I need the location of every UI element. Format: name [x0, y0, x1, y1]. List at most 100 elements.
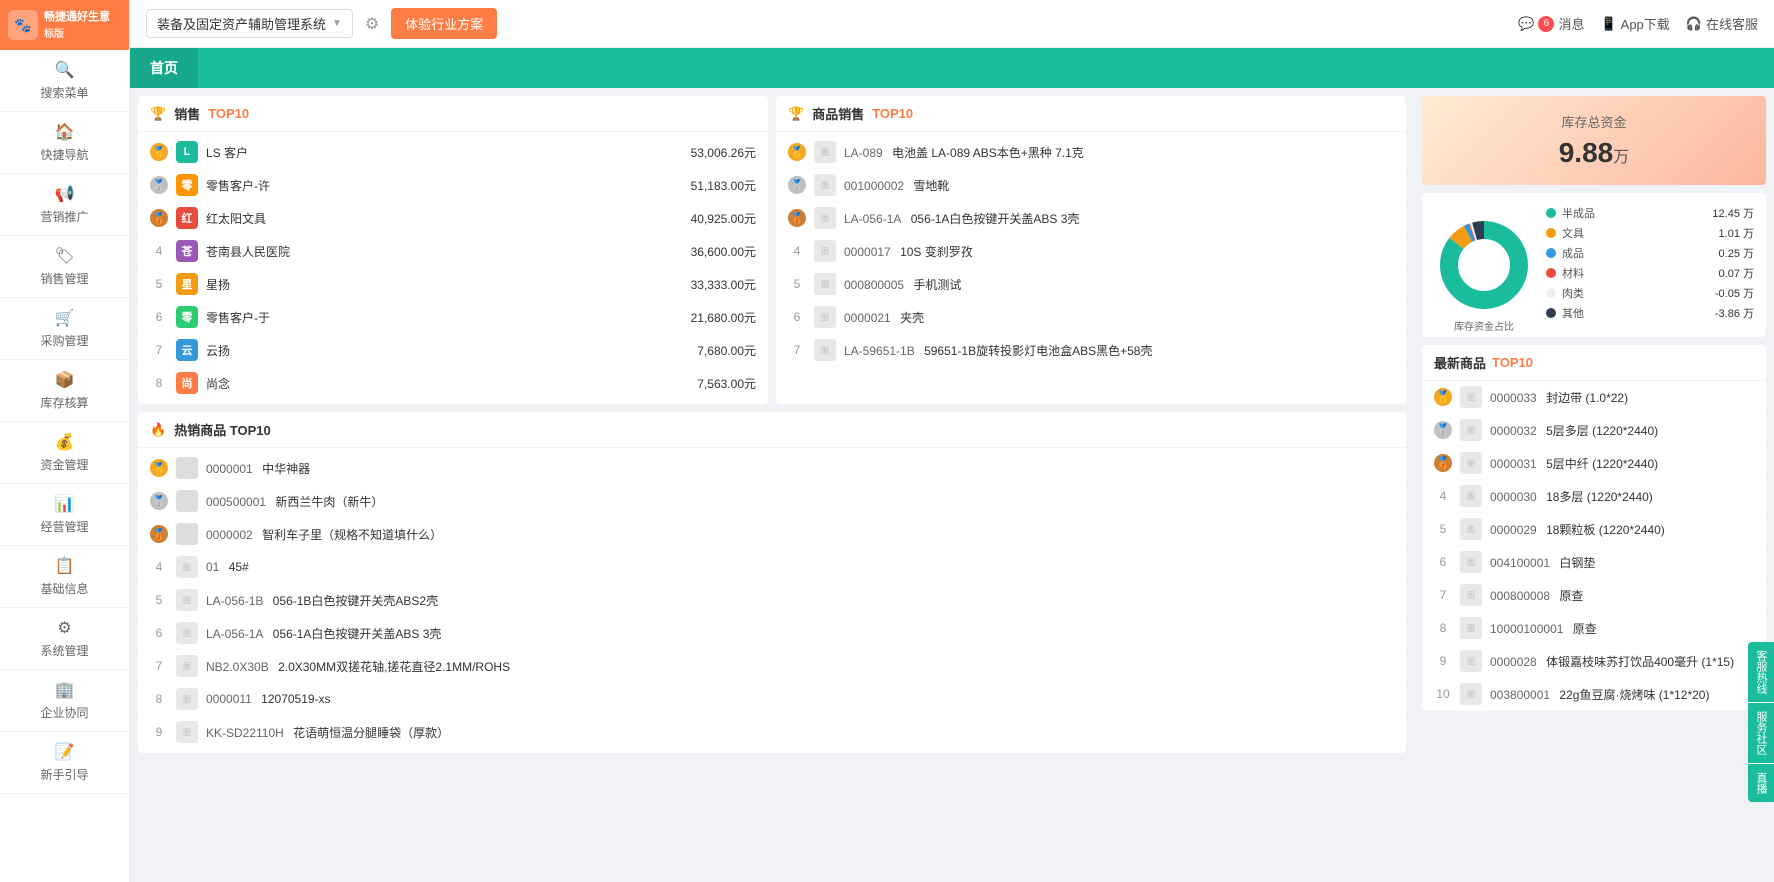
hot-product-row: 4图 01 45#: [138, 551, 1406, 584]
legend-value: 12.45 万: [1712, 205, 1754, 221]
sidebar-item-marketing[interactable]: 📢营销推广: [0, 174, 129, 236]
inventory-amount: 9.88万: [1438, 137, 1750, 169]
customer-sales-list: 🥇 L LS 客户 53,006.26元🥈 零 零售客户-许 51,183.00…: [138, 132, 768, 404]
sale-product-row: 🥈 图 001000002 雪地靴: [776, 169, 1406, 202]
product-thumb-img: [176, 490, 198, 512]
legend-name: 文具: [1562, 225, 1713, 241]
sidebar-item-operation[interactable]: 📊经营管理: [0, 484, 129, 546]
sidebar-item-inventory[interactable]: 📦库存核算: [0, 360, 129, 422]
sidebar-icon-quicknav: 🏠: [55, 122, 75, 142]
sale-products-title: 商品销售: [812, 104, 864, 123]
rank-medal: 🥇: [150, 459, 168, 477]
sidebar-item-search[interactable]: 🔍搜索菜单: [0, 50, 129, 112]
rank-number: 6: [150, 626, 168, 640]
new-product-code: 004100001: [1490, 556, 1550, 570]
message-badge: 6: [1538, 16, 1554, 32]
new-product-info: 004100001 白钢垫: [1490, 554, 1754, 571]
product-name: 雪地靴: [913, 179, 949, 193]
new-product-thumb: 图: [1460, 650, 1482, 672]
product-code: KK-SD22110H: [206, 726, 284, 740]
sidebar-item-finance[interactable]: 💰资金管理: [0, 422, 129, 484]
sales-row: 4 苍 苍南县人民医院 36,600.00元: [138, 235, 768, 268]
new-product-code: 0000030: [1490, 490, 1537, 504]
trophy-icon-2: 🏆: [788, 106, 804, 122]
sales-row: 🥉 红 红太阳文具 40,925.00元: [138, 202, 768, 235]
sidebar-item-system[interactable]: ⚙系统管理: [0, 608, 129, 670]
rank-medal: 🥈: [788, 176, 806, 194]
hot-product-row: 🥈 000500001 新西兰牛肉（新牛）: [138, 485, 1406, 518]
sidebar-label-inventory: 库存核算: [40, 394, 88, 411]
app-download-button[interactable]: 📱 App下载: [1600, 14, 1669, 33]
product-info: 001000002 雪地靴: [844, 177, 1394, 194]
sidebar-item-sales[interactable]: 🏷销售管理: [0, 236, 129, 298]
chart-label: 库存资金占比: [1454, 318, 1514, 333]
legend-item: 材料 0.07 万: [1546, 265, 1754, 281]
customer-name: 云扬: [206, 342, 689, 359]
product-thumb-img: [176, 457, 198, 479]
new-product-thumb: 图: [1460, 518, 1482, 540]
new-product-info: 000800008 原查: [1490, 587, 1754, 604]
chart-legend: 半成品 12.45 万 文具 1.01 万 成品 0.25 万 材料 0.07 …: [1546, 205, 1754, 325]
fixed-side-btn-2[interactable]: 直播: [1748, 764, 1774, 802]
new-product-name: 原查: [1573, 622, 1597, 636]
customer-avatar: 苍: [176, 240, 198, 262]
customer-sales-header: 🏆 销售TOP10: [138, 96, 768, 132]
rank-medal: 🥈: [1434, 421, 1452, 439]
customer-name: 零售客户-于: [206, 309, 683, 326]
system-selector[interactable]: 装备及固定资产辅助管理系统 ▼: [146, 9, 353, 38]
hot-product-row: 🥇 0000001 中华神器: [138, 452, 1406, 485]
product-name: 新西兰牛肉（新牛）: [275, 495, 383, 509]
new-product-code: 0000033: [1490, 391, 1537, 405]
product-name: 056-1B白色按键开关壳ABS2壳: [273, 594, 438, 608]
new-product-name: 18颗粒板 (1220*2440): [1546, 523, 1665, 537]
customer-avatar: 尚: [176, 372, 198, 394]
product-thumb: 图: [814, 207, 836, 229]
new-product-row: 8 图 10000100001 原查: [1422, 612, 1766, 645]
rank-number: 10: [1434, 687, 1452, 701]
sidebar-label-system: 系统管理: [40, 642, 88, 659]
trophy-icon: 🏆: [150, 106, 166, 122]
fixed-side-btn-1[interactable]: 服务社区: [1748, 703, 1774, 763]
customer-avatar: L: [176, 141, 198, 163]
new-product-name: 体锻嘉枝味苏打饮品400毫升 (1*15): [1546, 655, 1734, 669]
content-area: 🏆 销售TOP10 🥇 L LS 客户 53,006.26元🥈 零 零售客户-许…: [130, 88, 1774, 882]
rank-number: 4: [788, 244, 806, 258]
rank-number: 6: [1434, 555, 1452, 569]
new-product-code: 0000028: [1490, 655, 1537, 669]
fixed-side-btn-0[interactable]: 客服热线: [1748, 642, 1774, 702]
new-product-info: 0000031 5层中纤 (1220*2440): [1490, 455, 1754, 472]
message-button[interactable]: 💬 6 消息: [1518, 14, 1584, 33]
product-name: 花语萌恒温分腿睡袋（厚款）: [293, 726, 449, 740]
product-code: LA-59651-1B: [844, 344, 915, 358]
sale-product-row: 6 图 0000021 夹壳: [776, 301, 1406, 334]
product-code: 000500001: [206, 495, 266, 509]
legend-item: 半成品 12.45 万: [1546, 205, 1754, 221]
tab-home[interactable]: 首页: [130, 48, 198, 88]
product-info: NB2.0X30B 2.0X30MM双搓花轴,搓花直径2.1MM/ROHS: [206, 658, 1394, 675]
sidebar-label-basic: 基础信息: [40, 580, 88, 597]
sidebar-item-quicknav[interactable]: 🏠 快捷导航: [0, 112, 129, 174]
new-product-info: 10000100001 原查: [1490, 620, 1754, 637]
legend-dot: [1546, 248, 1556, 258]
new-product-row: 🥉 图 0000031 5层中纤 (1220*2440): [1422, 447, 1766, 480]
sidebar-item-basic[interactable]: 📋基础信息: [0, 546, 129, 608]
sidebar-item-purchase[interactable]: 🛒采购管理: [0, 298, 129, 360]
sidebar-label-quicknav: 快捷导航: [40, 146, 88, 163]
product-thumb-empty: 图: [176, 721, 198, 743]
trial-button[interactable]: 体验行业方案: [391, 8, 497, 39]
settings-icon[interactable]: ⚙: [365, 14, 379, 34]
sidebar-item-enterprise[interactable]: 🏢企业协同: [0, 670, 129, 732]
new-products-list: 🥇 图 0000033 封边带 (1.0*22) 🥈 图 0000032 5层多…: [1422, 381, 1766, 711]
online-service-button[interactable]: 🎧 在线客服: [1686, 14, 1758, 33]
new-product-name: 原查: [1559, 589, 1583, 603]
product-info: 0000001 中华神器: [206, 460, 1394, 477]
rank-number: 5: [1434, 522, 1452, 536]
product-name: 12070519-xs: [261, 692, 330, 706]
sidebar-item-guide[interactable]: 📝新手引导: [0, 732, 129, 794]
new-product-info: 0000029 18颗粒板 (1220*2440): [1490, 521, 1754, 538]
product-info: 0000021 夹壳: [844, 309, 1394, 326]
new-product-code: 003800001: [1490, 688, 1550, 702]
product-code: LA-056-1A: [206, 627, 263, 641]
sales-row: 6 零 零售客户-于 21,680.00元: [138, 301, 768, 334]
rank-number: 7: [1434, 588, 1452, 602]
